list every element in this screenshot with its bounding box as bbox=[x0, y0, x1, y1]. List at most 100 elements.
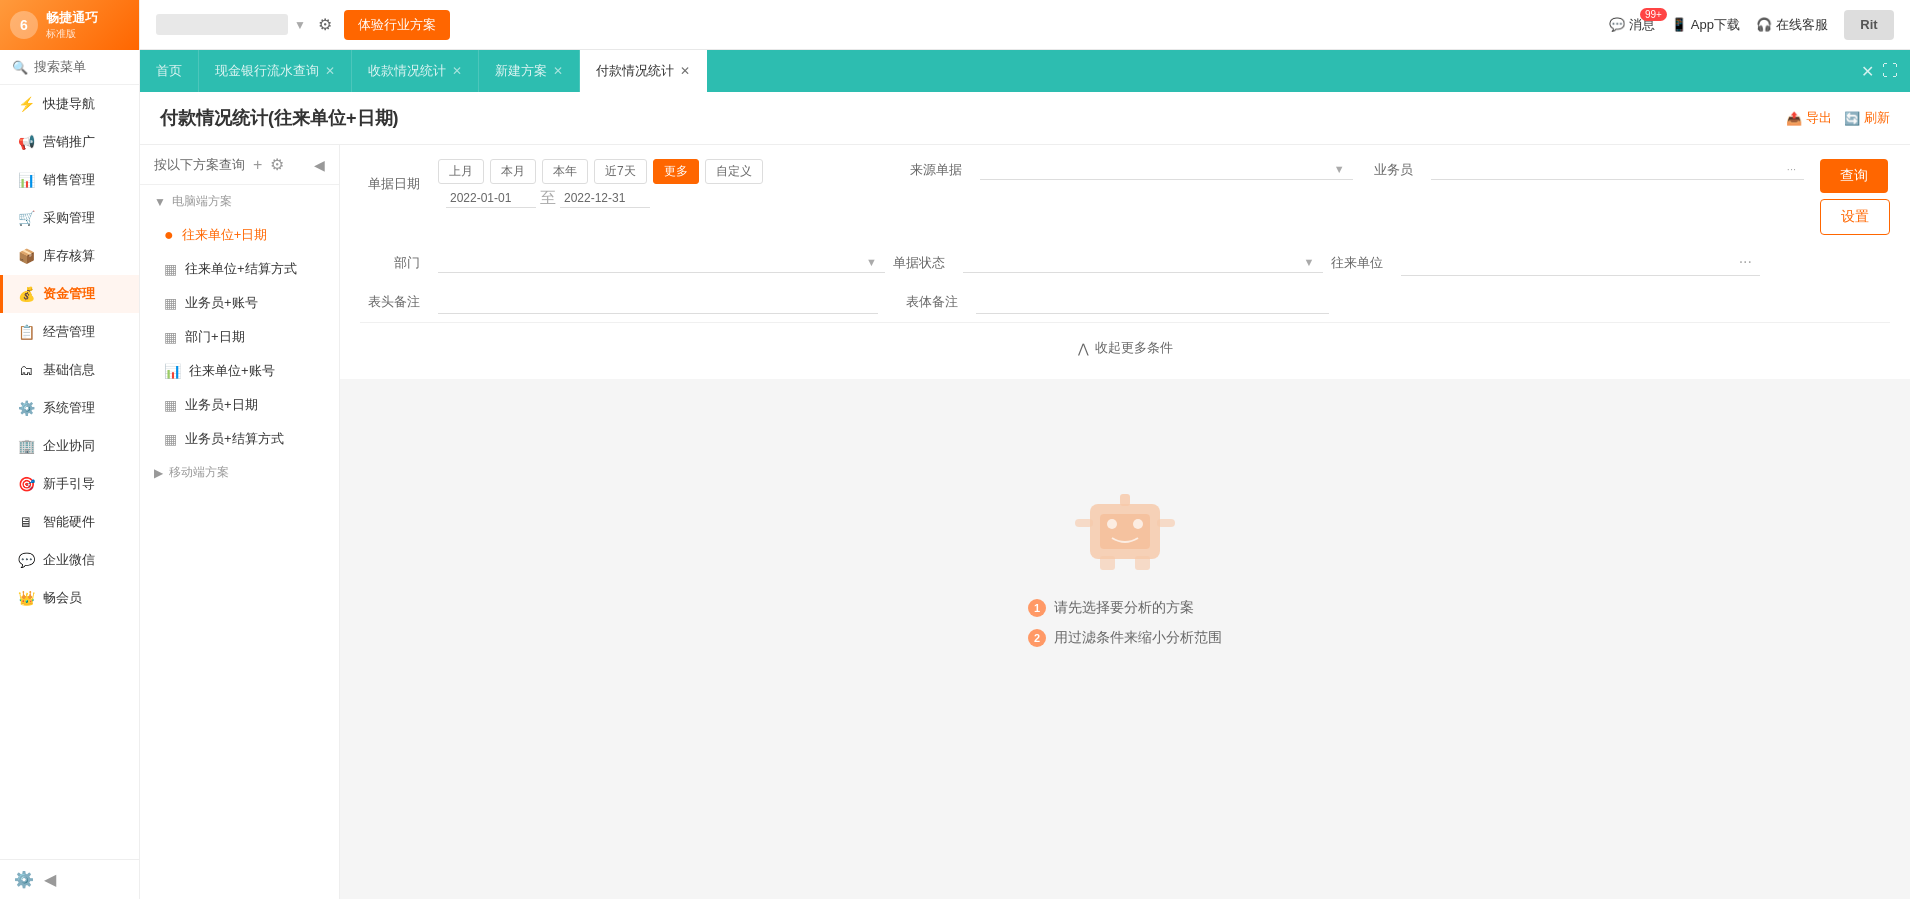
sidebar-item-wechat[interactable]: 💬 企业微信 bbox=[0, 541, 139, 579]
tab-payment-close[interactable]: ✕ bbox=[680, 64, 690, 78]
main-content-area: 1 请先选择要分析的方案 2 用过滤条件来缩小分析范围 bbox=[340, 379, 1910, 899]
tab-home[interactable]: 首页 bbox=[140, 50, 199, 92]
sidebar-nav: ⚡ 快捷导航 📢 营销推广 📊 销售管理 🛒 采购管理 📦 库存核算 💰 资金管… bbox=[0, 85, 139, 859]
counterparty-dots-icon: ··· bbox=[1739, 253, 1752, 271]
agent-select[interactable]: ··· bbox=[1431, 159, 1804, 180]
scheme-add-btn[interactable]: + bbox=[253, 156, 262, 174]
close-all-tabs-btn[interactable]: ✕ bbox=[1861, 62, 1874, 81]
sidebar-item-system[interactable]: ⚙️ 系统管理 bbox=[0, 389, 139, 427]
empty-state: 1 请先选择要分析的方案 2 用过滤条件来缩小分析范围 bbox=[1028, 479, 1222, 647]
tab-payment-stats[interactable]: 付款情况统计 ✕ bbox=[580, 50, 707, 92]
scheme-item-agent-account[interactable]: ▦ 业务员+账号 bbox=[140, 286, 339, 320]
sidebar-item-label: 经营管理 bbox=[43, 323, 95, 341]
basic-icon: 🗂 bbox=[17, 361, 35, 379]
sidebar-item-guide[interactable]: 🎯 新手引导 bbox=[0, 465, 139, 503]
date-btn-last-7-days[interactable]: 近7天 bbox=[594, 159, 647, 184]
body-note-input[interactable] bbox=[976, 290, 1329, 314]
scheme-item-dept-date[interactable]: ▦ 部门+日期 bbox=[140, 320, 339, 354]
sidebar-item-operation[interactable]: 📋 经营管理 bbox=[0, 313, 139, 351]
guide-icon: 🎯 bbox=[17, 475, 35, 493]
date-end-input[interactable] bbox=[560, 189, 650, 208]
service-icon: 🎧 bbox=[1756, 17, 1772, 32]
system-icon: ⚙️ bbox=[17, 399, 35, 417]
hint-text-1: 请先选择要分析的方案 bbox=[1054, 599, 1194, 617]
quick-nav-icon: ⚡ bbox=[17, 95, 35, 113]
date-btn-this-month[interactable]: 本月 bbox=[490, 159, 536, 184]
scheme-item-counterparty-date[interactable]: ● 往来单位+日期 bbox=[140, 218, 339, 252]
date-btn-more[interactable]: 更多 bbox=[653, 159, 699, 184]
tab-new-scheme-label: 新建方案 bbox=[495, 62, 547, 80]
date-input-range: 至 bbox=[446, 188, 763, 209]
scheme-panel-header: 按以下方案查询 + ⚙ ◀ bbox=[140, 145, 339, 185]
scheme-item-counterparty-payment[interactable]: ▦ 往来单位+结算方式 bbox=[140, 252, 339, 286]
refresh-btn[interactable]: 🔄 刷新 bbox=[1844, 109, 1890, 127]
dropdown-icon[interactable]: ▼ bbox=[294, 18, 306, 32]
export-icon: 📤 bbox=[1786, 111, 1802, 126]
topbar-settings-icon[interactable]: ⚙ bbox=[318, 15, 332, 34]
scheme-settings-btn[interactable]: ⚙ bbox=[270, 155, 284, 174]
source-select[interactable]: ▼ bbox=[980, 159, 1353, 180]
trial-btn[interactable]: 体验行业方案 bbox=[344, 10, 450, 40]
date-btn-last-month[interactable]: 上月 bbox=[438, 159, 484, 184]
counterparty-select[interactable]: ··· bbox=[1401, 249, 1761, 276]
sidebar-item-marketing[interactable]: 📢 营销推广 bbox=[0, 123, 139, 161]
sidebar-item-sales[interactable]: 📊 销售管理 bbox=[0, 161, 139, 199]
scheme-collapse-btn[interactable]: ◀ bbox=[314, 157, 325, 173]
topbar-app-download[interactable]: 📱 App下载 bbox=[1671, 16, 1740, 34]
tab-new-scheme-close[interactable]: ✕ bbox=[553, 64, 563, 78]
header-note-input[interactable] bbox=[438, 290, 878, 314]
sidebar-item-label: 基础信息 bbox=[43, 361, 95, 379]
sidebar-item-inventory[interactable]: 📦 库存核算 bbox=[0, 237, 139, 275]
scheme-mobile-group[interactable]: ▶ 移动端方案 bbox=[140, 456, 339, 489]
footer-collapse-icon[interactable]: ◀ bbox=[44, 870, 56, 889]
setting-btn[interactable]: 设置 bbox=[1820, 199, 1890, 235]
date-btn-custom[interactable]: 自定义 bbox=[705, 159, 763, 184]
svg-rect-6 bbox=[1157, 519, 1175, 527]
tab-new-scheme[interactable]: 新建方案 ✕ bbox=[479, 50, 580, 92]
scheme-desktop-group[interactable]: ▼ 电脑端方案 bbox=[140, 185, 339, 218]
expand-tab-btn[interactable]: ⛶ bbox=[1882, 62, 1898, 80]
hint-num-1: 1 bbox=[1028, 599, 1046, 617]
topbar-msg[interactable]: 💬 消息 99+ bbox=[1609, 16, 1655, 34]
sidebar-item-basic[interactable]: 🗂 基础信息 bbox=[0, 351, 139, 389]
scheme-item-agent-payment[interactable]: ▦ 业务员+结算方式 bbox=[140, 422, 339, 456]
collapse-more-btn[interactable]: ⋀ 收起更多条件 bbox=[360, 331, 1890, 365]
sidebar-search[interactable]: 🔍 搜索菜单 bbox=[0, 50, 139, 85]
tab-bank-flow[interactable]: 现金银行流水查询 ✕ bbox=[199, 50, 352, 92]
footer-settings-icon[interactable]: ⚙️ bbox=[14, 870, 34, 889]
sidebar-item-finance[interactable]: 💰 资金管理 bbox=[0, 275, 139, 313]
operation-icon: 📋 bbox=[17, 323, 35, 341]
query-btn[interactable]: 查询 bbox=[1820, 159, 1888, 193]
tab-bank-flow-label: 现金银行流水查询 bbox=[215, 62, 319, 80]
doc-status-select[interactable]: ▼ bbox=[963, 252, 1323, 273]
doc-status-dropdown-icon: ▼ bbox=[1304, 256, 1315, 268]
sidebar: 6 畅捷通巧 标准版 🔍 搜索菜单 ⚡ 快捷导航 📢 营销推广 📊 销售管理 🛒… bbox=[0, 0, 140, 899]
dept-select[interactable]: ▼ bbox=[438, 252, 885, 273]
tab-receipt-close[interactable]: ✕ bbox=[452, 64, 462, 78]
topbar-avatar[interactable]: Rit bbox=[1844, 10, 1894, 40]
sidebar-item-label: 智能硬件 bbox=[43, 513, 95, 531]
date-start-input[interactable] bbox=[446, 189, 536, 208]
scheme-item-agent-date[interactable]: ▦ 业务员+日期 bbox=[140, 388, 339, 422]
scheme-icon-5: ▦ bbox=[164, 397, 177, 413]
sidebar-item-label: 销售管理 bbox=[43, 171, 95, 189]
svg-rect-8 bbox=[1135, 556, 1150, 570]
sidebar-item-purchase[interactable]: 🛒 采购管理 bbox=[0, 199, 139, 237]
topbar-online-service[interactable]: 🎧 在线客服 bbox=[1756, 16, 1828, 34]
tab-receipt-stats[interactable]: 收款情况统计 ✕ bbox=[352, 50, 479, 92]
date-btn-this-year[interactable]: 本年 bbox=[542, 159, 588, 184]
sidebar-item-enterprise[interactable]: 🏢 企业协同 bbox=[0, 427, 139, 465]
date-range-btns: 上月 本月 本年 近7天 更多 自定义 bbox=[438, 159, 763, 184]
scheme-item-counterparty-account[interactable]: 📊 往来单位+账号 bbox=[140, 354, 339, 388]
topbar: ▼ ⚙ 体验行业方案 💬 消息 99+ 📱 App下载 🎧 在线客服 Rit bbox=[140, 0, 1910, 50]
doc-status-label: 单据状态 bbox=[885, 254, 955, 272]
sidebar-item-hardware[interactable]: 🖥 智能硬件 bbox=[0, 503, 139, 541]
scheme-item-label: 业务员+日期 bbox=[185, 396, 258, 414]
export-btn[interactable]: 📤 导出 bbox=[1786, 109, 1832, 127]
sidebar-item-quick-nav[interactable]: ⚡ 快捷导航 bbox=[0, 85, 139, 123]
sidebar-item-member[interactable]: 👑 畅会员 bbox=[0, 579, 139, 617]
tab-bank-flow-close[interactable]: ✕ bbox=[325, 64, 335, 78]
mobile-group-icon: ▶ bbox=[154, 466, 163, 480]
service-label: 在线客服 bbox=[1776, 16, 1828, 34]
tabbar-actions: ✕ ⛶ bbox=[1849, 50, 1910, 92]
